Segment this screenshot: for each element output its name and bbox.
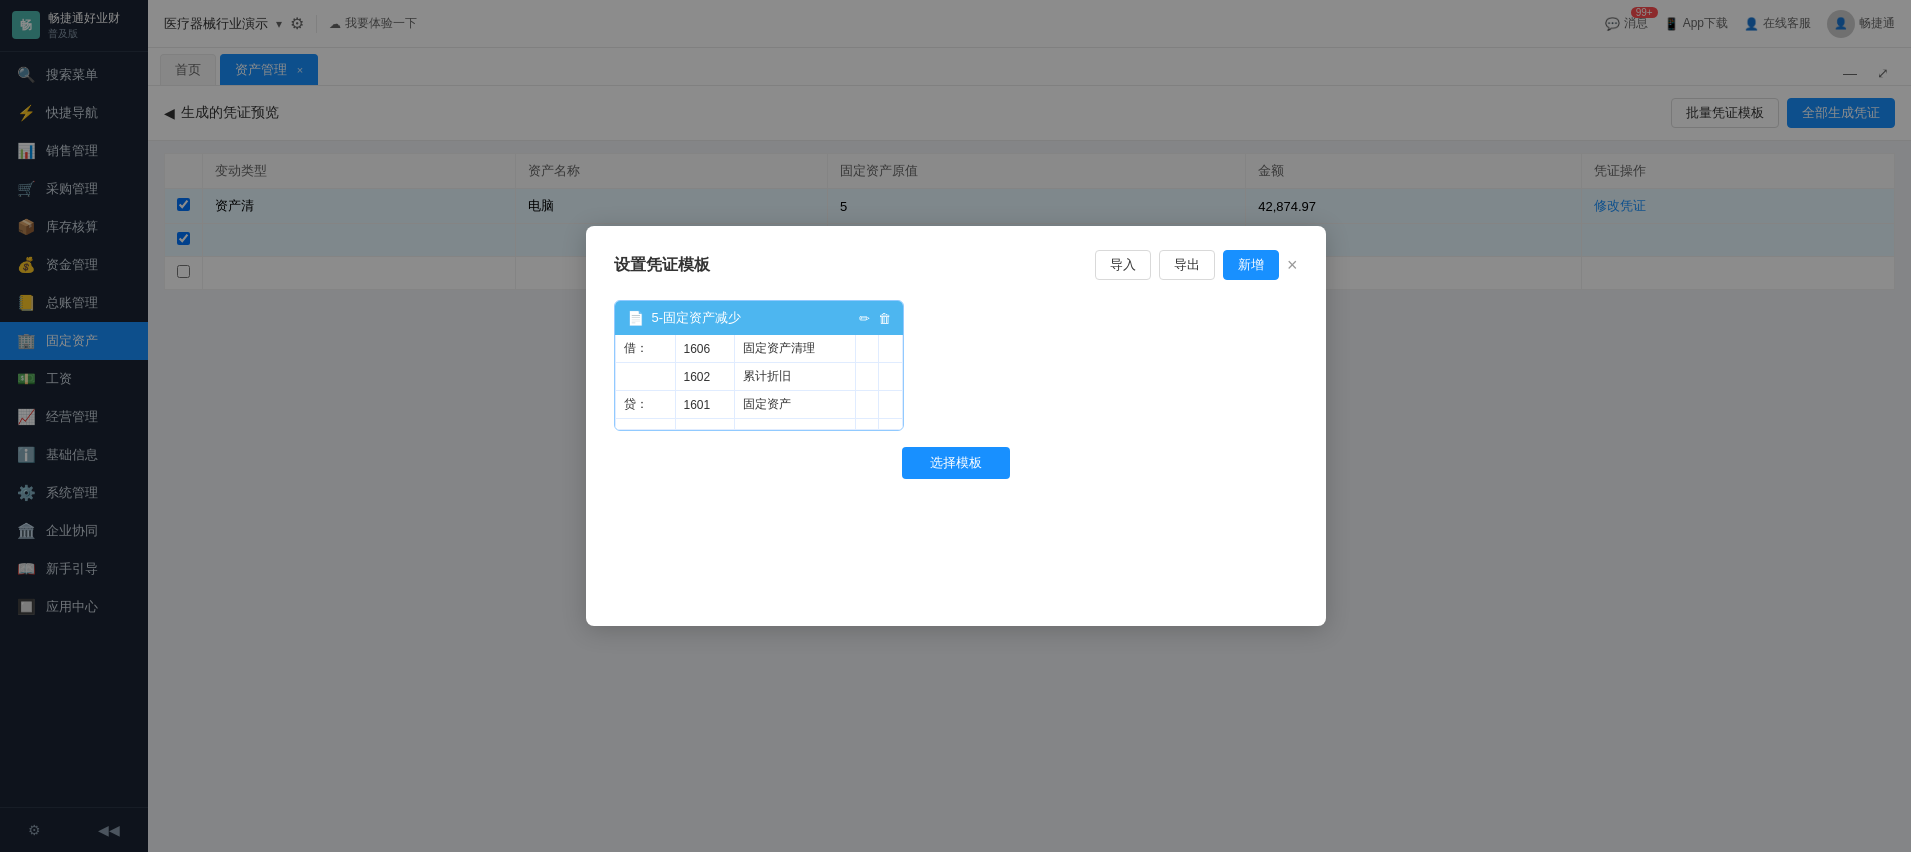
modal-actions: 导入 导出 新增: [1095, 250, 1279, 280]
empty-cell: [675, 419, 735, 430]
empty-cell: [879, 419, 902, 430]
template-entry-table: 借： 1606 固定资产清理 1602 累计折旧 贷： 1601 固定资产: [615, 335, 903, 430]
template-entry-row-empty: [615, 419, 902, 430]
template-delete-icon[interactable]: 🗑: [878, 311, 891, 326]
entry-empty-col: [879, 363, 902, 391]
modal-header: 设置凭证模板 导入 导出 新增 ×: [614, 250, 1298, 280]
set-voucher-template-modal: 设置凭证模板 导入 导出 新增 × 📄 5-固定资产减少 ✏ 🗑: [586, 226, 1326, 626]
template-edit-icon[interactable]: ✏: [859, 311, 870, 326]
template-card-header-left: 📄 5-固定资产减少: [627, 309, 742, 327]
template-card-header: 📄 5-固定资产减少 ✏ 🗑: [615, 301, 903, 335]
entry-amount-col: [856, 391, 879, 419]
entry-name: 固定资产: [735, 391, 856, 419]
empty-cell: [856, 419, 879, 430]
modal-close-btn[interactable]: ×: [1287, 255, 1298, 276]
modal-header-right: 导入 导出 新增 ×: [1095, 250, 1298, 280]
entry-side-label: [615, 363, 675, 391]
template-select-wrap: 选择模板: [614, 447, 1298, 479]
entry-side-label: 贷：: [615, 391, 675, 419]
entry-code: 1602: [675, 363, 735, 391]
entry-name: 累计折旧: [735, 363, 856, 391]
entry-empty-col: [879, 391, 902, 419]
select-template-btn[interactable]: 选择模板: [902, 447, 1010, 479]
template-entry-row: 贷： 1601 固定资产: [615, 391, 902, 419]
empty-cell: [735, 419, 856, 430]
entry-amount-col: [856, 335, 879, 363]
template-name: 固定资产减少: [663, 310, 741, 325]
entry-side-label: 借：: [615, 335, 675, 363]
template-entry-row: 1602 累计折旧: [615, 363, 902, 391]
template-id-name: 5-固定资产减少: [652, 309, 742, 327]
entry-code: 1606: [675, 335, 735, 363]
import-btn[interactable]: 导入: [1095, 250, 1151, 280]
entry-name: 固定资产清理: [735, 335, 856, 363]
export-btn[interactable]: 导出: [1159, 250, 1215, 280]
template-card-header-right: ✏ 🗑: [859, 311, 891, 326]
template-doc-icon: 📄: [627, 310, 644, 326]
entry-empty-col: [879, 335, 902, 363]
new-template-btn[interactable]: 新增: [1223, 250, 1279, 280]
template-card: 📄 5-固定资产减少 ✏ 🗑 借： 1606 固定资产清理: [614, 300, 904, 431]
template-id: 5-: [652, 310, 664, 325]
template-card-body: 借： 1606 固定资产清理 1602 累计折旧 贷： 1601 固定资产: [615, 335, 903, 430]
entry-code: 1601: [675, 391, 735, 419]
template-entry-row: 借： 1606 固定资产清理: [615, 335, 902, 363]
empty-cell: [615, 419, 675, 430]
entry-amount-col: [856, 363, 879, 391]
modal-title: 设置凭证模板: [614, 255, 710, 276]
